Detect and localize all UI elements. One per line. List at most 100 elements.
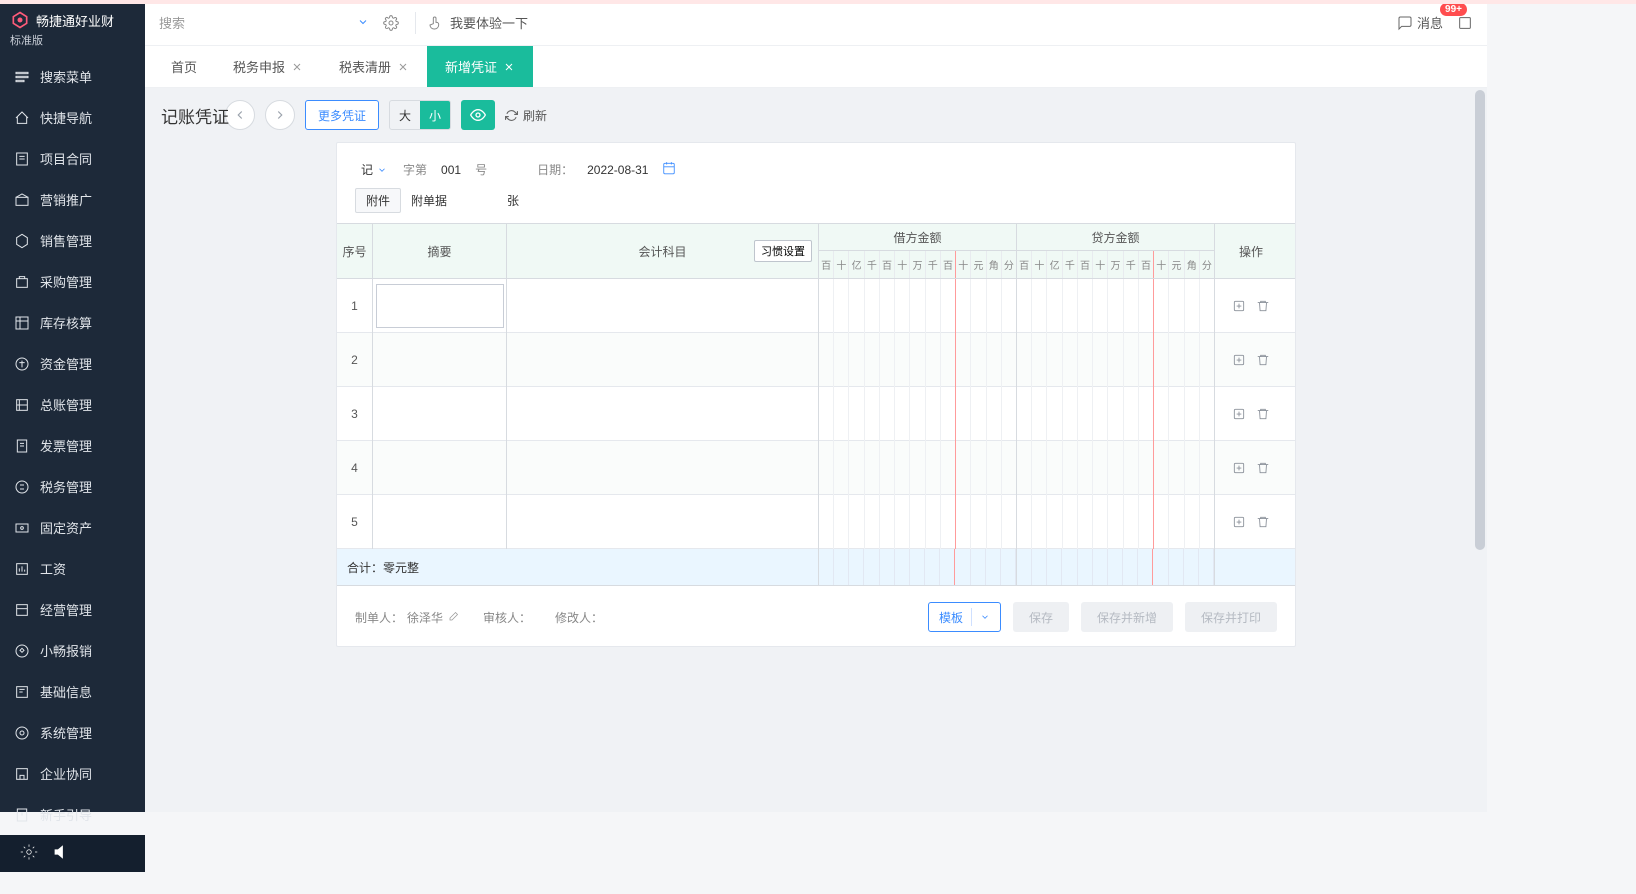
- sidebar-item-purchase[interactable]: 采购管理: [0, 261, 145, 302]
- sidebar-item-expense[interactable]: 小畅报销: [0, 630, 145, 671]
- row-summary[interactable]: [373, 333, 507, 387]
- more-voucher-button[interactable]: 更多凭证: [305, 100, 379, 130]
- row-debit[interactable]: [819, 333, 1017, 387]
- edit-icon[interactable]: [447, 611, 459, 623]
- business-icon: [14, 602, 30, 618]
- close-icon[interactable]: [503, 61, 515, 73]
- col-op: 操作: [1215, 224, 1287, 278]
- delete-row-icon[interactable]: [1256, 299, 1270, 313]
- content: 记账凭证 更多凭证 大 小 刷新 记 字第 001: [145, 88, 1487, 812]
- habit-settings-button[interactable]: 习惯设置: [754, 240, 812, 262]
- save-new-button[interactable]: 保存并新增: [1081, 602, 1173, 632]
- try-experience-link[interactable]: 我要体验一下: [428, 13, 528, 32]
- sidebar-item-basic-info[interactable]: 基础信息: [0, 671, 145, 712]
- refresh-button[interactable]: 刷新: [505, 107, 547, 124]
- tab-税务申报[interactable]: 税务申报: [215, 46, 321, 87]
- save-print-button[interactable]: 保存并打印: [1185, 602, 1277, 632]
- row-debit[interactable]: [819, 441, 1017, 495]
- maker-value: 徐泽华: [407, 609, 443, 626]
- row-credit[interactable]: [1017, 279, 1215, 333]
- prev-voucher-button[interactable]: [225, 100, 255, 130]
- row-credit[interactable]: [1017, 333, 1215, 387]
- row-debit[interactable]: [819, 387, 1017, 441]
- row-account[interactable]: [507, 279, 819, 333]
- sidebar-item-salary[interactable]: 工资: [0, 548, 145, 589]
- add-row-icon[interactable]: [1232, 407, 1246, 421]
- row-op: [1215, 279, 1287, 333]
- row-account[interactable]: [507, 495, 819, 549]
- row-credit[interactable]: [1017, 441, 1215, 495]
- sales-icon: [14, 233, 30, 249]
- next-voucher-button[interactable]: [265, 100, 295, 130]
- sidebar-item-inventory[interactable]: 库存核算: [0, 302, 145, 343]
- sidebar-item-enterprise[interactable]: 企业协同: [0, 753, 145, 794]
- voucher-type-select[interactable]: 记: [355, 161, 393, 178]
- system-icon: [14, 725, 30, 741]
- sidebar-item-marketing[interactable]: 营销推广: [0, 179, 145, 220]
- add-row-icon[interactable]: [1232, 299, 1246, 313]
- summary-input[interactable]: [376, 284, 504, 328]
- row-account[interactable]: [507, 387, 819, 441]
- voucher-date-input[interactable]: 2022-08-31: [583, 163, 652, 177]
- tab-税表清册[interactable]: 税表清册: [321, 46, 427, 87]
- sidebar-item-invoice[interactable]: 发票管理: [0, 425, 145, 466]
- settings-gear-icon[interactable]: [20, 843, 38, 864]
- size-small[interactable]: 小: [420, 101, 450, 129]
- delete-row-icon[interactable]: [1256, 461, 1270, 475]
- row-summary[interactable]: [373, 387, 507, 441]
- sidebar-item-project-contract[interactable]: 项目合同: [0, 138, 145, 179]
- row-debit[interactable]: [819, 495, 1017, 549]
- scrollbar-thumb[interactable]: [1475, 90, 1485, 550]
- save-button[interactable]: 保存: [1013, 602, 1069, 632]
- delete-row-icon[interactable]: [1256, 353, 1270, 367]
- row-seq: 5: [337, 495, 373, 549]
- close-icon[interactable]: [291, 61, 303, 73]
- add-row-icon[interactable]: [1232, 353, 1246, 367]
- sidebar-item-business[interactable]: 经营管理: [0, 589, 145, 630]
- try-label: 我要体验一下: [450, 13, 528, 32]
- template-button[interactable]: 模板: [928, 602, 1001, 632]
- hao-label: 号: [475, 161, 487, 178]
- sidebar-item-system[interactable]: 系统管理: [0, 712, 145, 753]
- date-label: 日期：: [537, 161, 573, 178]
- sidebar-item-tax[interactable]: 税务管理: [0, 466, 145, 507]
- global-search-select[interactable]: 搜索: [159, 9, 369, 37]
- row-summary[interactable]: [373, 495, 507, 549]
- size-big[interactable]: 大: [390, 101, 420, 129]
- row-debit[interactable]: [819, 279, 1017, 333]
- delete-row-icon[interactable]: [1256, 407, 1270, 421]
- sidebar-item-guide[interactable]: 新手引导: [0, 794, 145, 835]
- close-icon[interactable]: [397, 61, 409, 73]
- sidebar-item-ledger[interactable]: 总账管理: [0, 384, 145, 425]
- tab-新增凭证[interactable]: 新增凭证: [427, 46, 533, 87]
- row-summary[interactable]: [373, 279, 507, 333]
- vertical-scrollbar[interactable]: [1473, 90, 1487, 812]
- row-credit[interactable]: [1017, 495, 1215, 549]
- row-summary[interactable]: [373, 441, 507, 495]
- sound-icon[interactable]: [52, 843, 70, 864]
- sidebar-item-sales[interactable]: 销售管理: [0, 220, 145, 261]
- expand-icon[interactable]: [1457, 15, 1473, 31]
- add-row-icon[interactable]: [1232, 461, 1246, 475]
- messages-button[interactable]: 消息: [1397, 13, 1443, 32]
- sidebar-item-search-menu[interactable]: 搜索菜单: [0, 56, 145, 97]
- attachment-button[interactable]: 附件: [355, 188, 401, 213]
- row-account[interactable]: [507, 333, 819, 387]
- chevron-right-icon: [273, 108, 287, 122]
- voucher-number-input[interactable]: 001: [437, 163, 465, 177]
- sidebar-item-quick-nav[interactable]: 快捷导航: [0, 97, 145, 138]
- table-row: 4: [337, 441, 1295, 495]
- tab-首页[interactable]: 首页: [153, 46, 215, 87]
- date-picker-button[interactable]: [662, 161, 676, 178]
- sidebar-item-fixed-assets[interactable]: 固定资产: [0, 507, 145, 548]
- add-row-icon[interactable]: [1232, 515, 1246, 529]
- row-seq: 4: [337, 441, 373, 495]
- search-settings-button[interactable]: [379, 11, 403, 35]
- chevron-left-icon: [233, 108, 247, 122]
- sidebar-item-funds[interactable]: 资金管理: [0, 343, 145, 384]
- preview-button[interactable]: [461, 100, 495, 130]
- main: 搜索 我要体验一下 消息 99+ 首页税务: [145, 0, 1487, 812]
- delete-row-icon[interactable]: [1256, 515, 1270, 529]
- row-account[interactable]: [507, 441, 819, 495]
- row-credit[interactable]: [1017, 387, 1215, 441]
